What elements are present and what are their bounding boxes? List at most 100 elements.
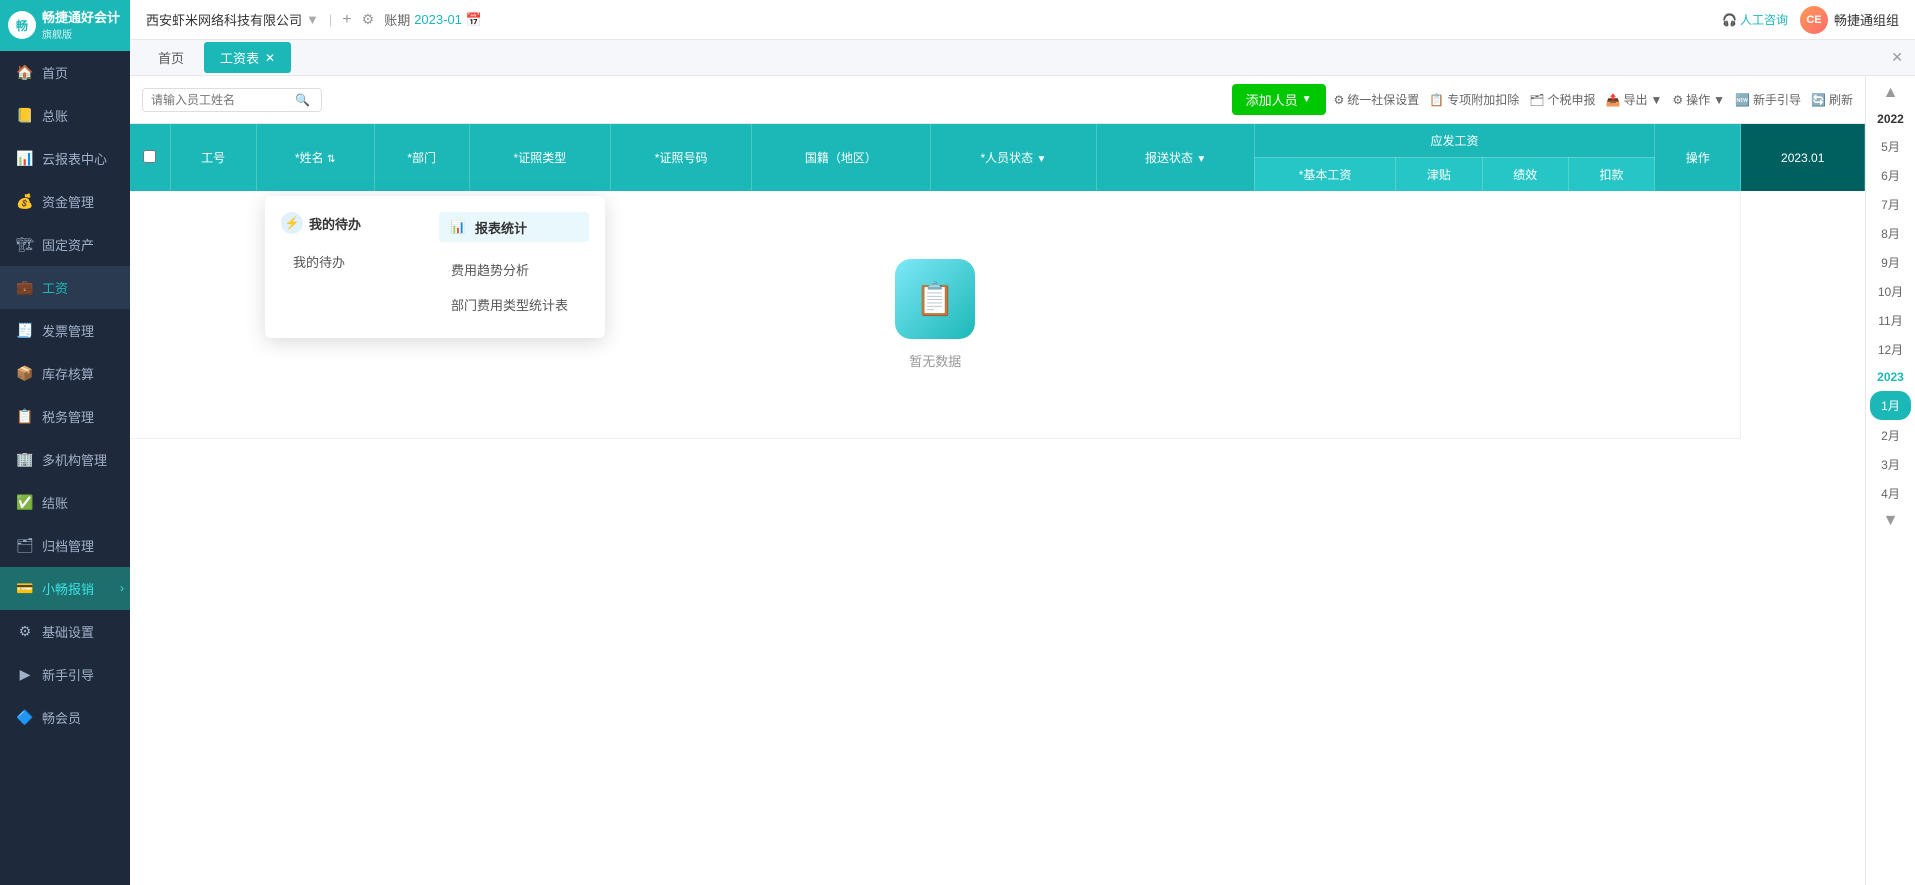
popup-item-dept-cost[interactable]: 部门费用类型统计表 [439,287,589,322]
th-id-type: *证照类型 [469,124,610,191]
calendar-icon[interactable]: 📅 [466,12,482,28]
year-2022-label: 2022 [1866,106,1915,132]
month-2022-9[interactable]: 9月 [1866,248,1915,277]
month-2023-3[interactable]: 3月 [1866,450,1915,479]
sidebar-item-assets[interactable]: 🏗 固定资产 [0,223,130,266]
salary-icon: 💼 [16,279,34,296]
sidebar-item-funds[interactable]: 💰 资金管理 [0,180,130,223]
popup-reports-title: 📊 报表统计 [439,212,589,242]
invoice-icon: 🧾 [16,322,34,339]
th-checkbox[interactable] [130,124,170,191]
month-2022-8[interactable]: 8月 [1866,219,1915,248]
month-nav-down[interactable]: ▼ [1879,508,1903,534]
month-nav-up[interactable]: ▲ [1879,80,1903,106]
sidebar-item-tax[interactable]: 📋 税务管理 [0,395,130,438]
settle-icon: ✅ [16,494,34,511]
window-close-icon[interactable]: ✕ [1891,49,1903,66]
home-icon: 🏠 [16,64,34,81]
add-company-btn[interactable]: + [342,11,351,29]
search-icon[interactable]: 🔍 [295,93,310,107]
content-area: 🔍 添加人员 ▼ ⚙ 统一社保设置 📋 专项附加扣除 [130,76,1915,885]
tab-close-icon[interactable]: ✕ [265,51,275,65]
new-guide-icon: 🆕 [1735,93,1750,107]
th-status: *人员状态 ▼ [930,124,1097,191]
xiaochange-icon: 💳 [16,580,34,597]
month-2022-6[interactable]: 6月 [1866,161,1915,190]
period-display: 账期 2023-01 📅 [384,10,482,29]
sidebar: 畅 畅捷通好会计 旗舰版 🏠 首页 📒 总账 📊 云报表中心 💰 资金管理 🏗 … [0,0,130,885]
month-2023-2[interactable]: 2月 [1866,421,1915,450]
social-security-btn[interactable]: ⚙ 统一社保设置 [1334,91,1420,108]
sidebar-item-member[interactable]: 🔷 畅会员 [0,696,130,739]
sidebar-item-reports[interactable]: 📊 云报表中心 [0,137,130,180]
topbar: 西安虾米网络科技有限公司 ▼ | + ⚙ 账期 2023-01 📅 🎧 人工咨询… [130,0,1915,40]
month-2022-12[interactable]: 12月 [1866,335,1915,364]
company-selector[interactable]: 西安虾米网络科技有限公司 ▼ [146,10,319,29]
tab-salary-table[interactable]: 工资表 ✕ [204,42,291,73]
month-2022-7[interactable]: 7月 [1866,190,1915,219]
pending-icon: ⚡ [281,212,303,234]
reports-stat-icon: 📊 [447,216,469,238]
filter-report-icon[interactable]: ▼ [1196,154,1206,165]
year-2023-label: 2023 [1866,364,1915,390]
th-operations: 操作 [1655,124,1741,191]
refresh-icon: 🔄 [1811,93,1826,107]
refresh-btn[interactable]: 🔄 刷新 [1811,91,1853,108]
export-btn[interactable]: 📤 导出 ▼ [1606,91,1663,108]
empty-icon [895,259,975,339]
assets-icon: 🏗 [16,236,34,253]
filter-status-icon[interactable]: ▼ [1036,154,1046,165]
th-dept: *部门 [374,124,469,191]
sort-name-icon[interactable]: ⇅ [327,154,335,165]
sidebar-item-settings[interactable]: ⚙ 基础设置 [0,610,130,653]
new-guide-btn[interactable]: 🆕 新手引导 [1735,91,1801,108]
popup-menu: ⚡ 我的待办 我的待办 📊 报表统计 费用趋势分析 部门费用类型统计表 [265,196,605,338]
month-2023-1[interactable]: 1月 [1870,391,1911,420]
month-2022-11[interactable]: 11月 [1866,306,1915,335]
search-input[interactable] [151,93,291,107]
special-deduct-icon: 📋 [1429,93,1444,107]
main-content: 西安虾米网络科技有限公司 ▼ | + ⚙ 账期 2023-01 📅 🎧 人工咨询… [130,0,1915,885]
user-profile[interactable]: CE 畅捷通组组 [1800,6,1899,34]
archive-icon: 🗂 [16,537,34,554]
popup-item-my-pending[interactable]: 我的待办 [281,244,431,279]
select-all-checkbox[interactable] [143,150,156,163]
popup-item-cost-trend[interactable]: 费用趋势分析 [439,252,589,287]
topbar-right: 🎧 人工咨询 CE 畅捷通组组 [1722,6,1899,34]
month-sidebar: ▲ 2022 5月 6月 7月 8月 9月 10月 11月 12月 2023 1… [1865,76,1915,885]
popup-columns: ⚡ 我的待办 我的待办 📊 报表统计 费用趋势分析 部门费用类型统计表 [281,212,589,322]
month-2022-5[interactable]: 5月 [1866,132,1915,161]
reports-icon: 📊 [16,150,34,167]
popup-col-pending: ⚡ 我的待办 我的待办 [281,212,431,322]
sidebar-item-ledger[interactable]: 📒 总账 [0,94,130,137]
company-settings-icon[interactable]: ⚙ [362,11,375,28]
add-person-button[interactable]: 添加人员 ▼ [1232,84,1326,115]
salary-toolbar: 🔍 添加人员 ▼ ⚙ 统一社保设置 📋 专项附加扣除 [130,76,1865,124]
sidebar-item-archive[interactable]: 🗂 归档管理 [0,524,130,567]
inventory-icon: 📦 [16,365,34,382]
guide-icon: ▶ [16,666,34,683]
tax-declare-btn[interactable]: 🗂 个税申报 [1529,91,1595,108]
sidebar-item-settle[interactable]: ✅ 结账 [0,481,130,524]
company-dropdown-icon: ▼ [306,12,319,27]
tab-home[interactable]: 首页 [142,42,200,73]
special-deduct-btn[interactable]: 📋 专项附加扣除 [1429,91,1519,108]
export-arrow-icon: ▼ [1651,93,1663,107]
tax-declare-icon: 🗂 [1529,93,1544,107]
ledger-icon: 📒 [16,107,34,124]
month-2023-4[interactable]: 4月 [1866,479,1915,508]
sidebar-item-invoice[interactable]: 🧾 发票管理 [0,309,130,352]
sidebar-item-salary[interactable]: 💼 工资 [0,266,130,309]
sidebar-item-home[interactable]: 🏠 首页 [0,51,130,94]
operations-btn[interactable]: ⚙ 操作 ▼ [1672,91,1725,108]
sidebar-item-guide[interactable]: ▶ 新手引导 [0,653,130,696]
logo-text: 畅捷通好会计 旗舰版 [42,10,120,41]
th-report-status: 报送状态 ▼ [1097,124,1255,191]
month-2022-10[interactable]: 10月 [1866,277,1915,306]
sidebar-item-inventory[interactable]: 📦 库存核算 [0,352,130,395]
sidebar-logo: 畅 畅捷通好会计 旗舰版 [0,0,130,51]
sidebar-item-xiaochange[interactable]: 💳 小畅报销 › [0,567,130,610]
service-btn[interactable]: 🎧 人工咨询 [1722,11,1788,28]
sidebar-item-multi[interactable]: 🏢 多机构管理 [0,438,130,481]
operations-icon: ⚙ [1672,93,1683,107]
